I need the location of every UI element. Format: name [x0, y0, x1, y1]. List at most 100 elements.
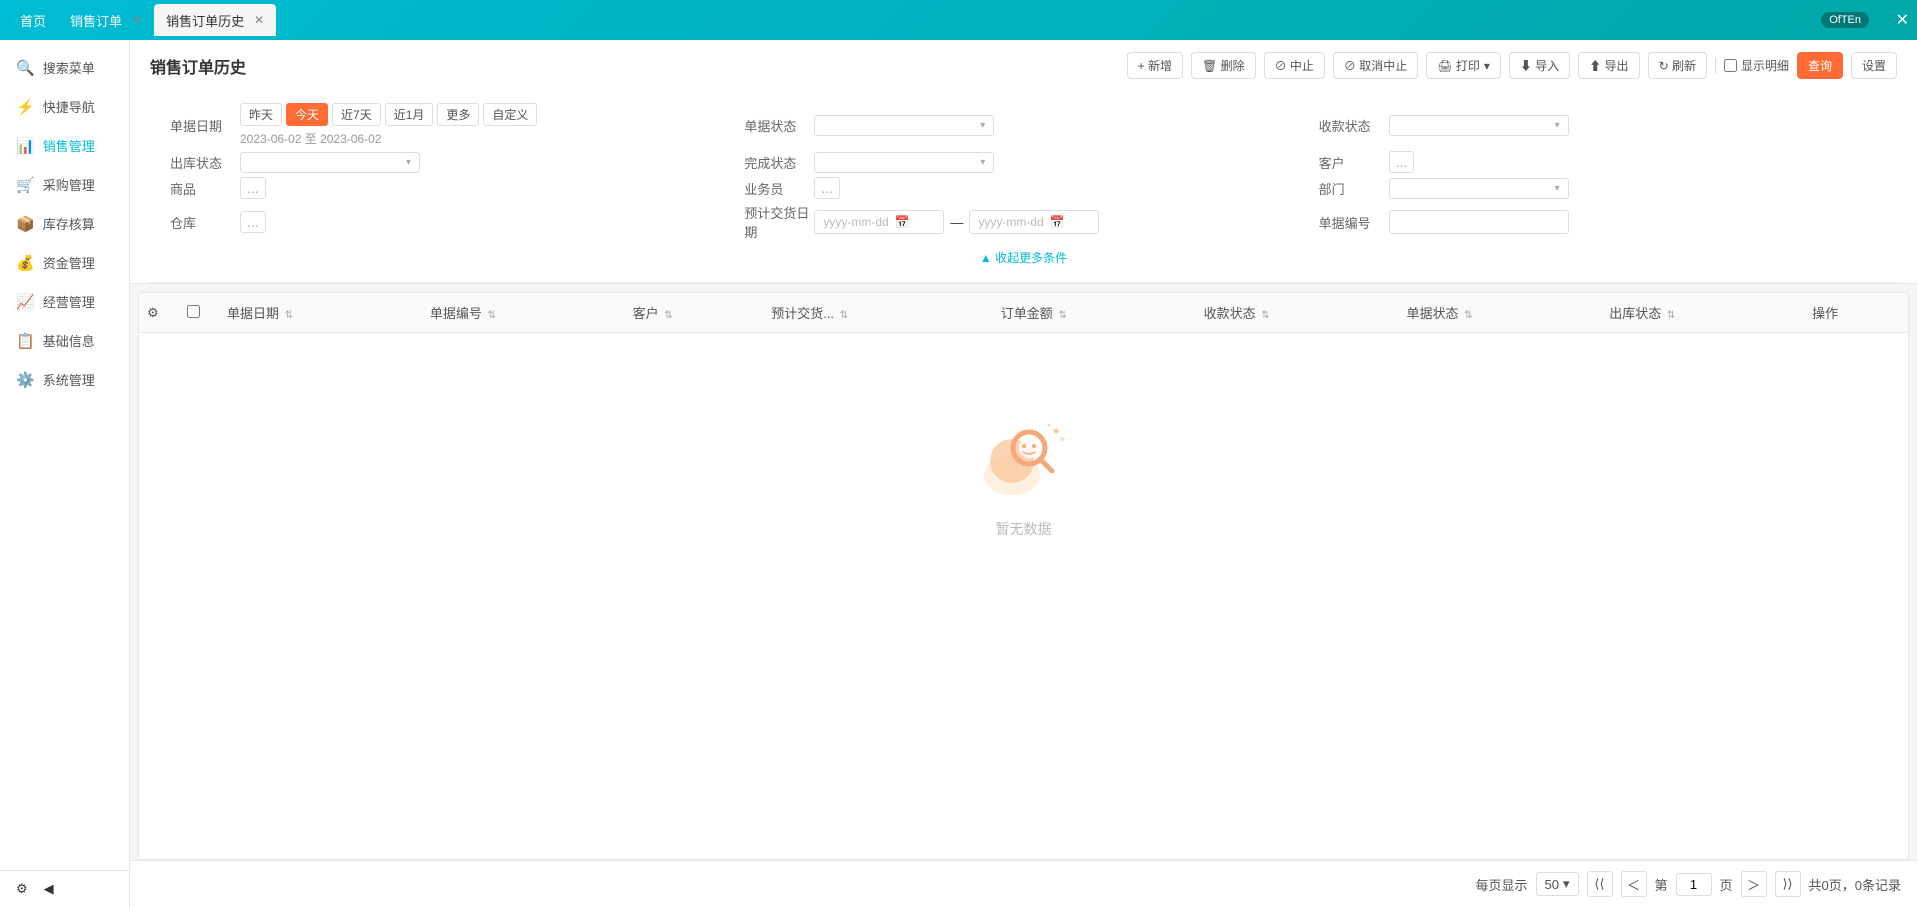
- th-delivery-status[interactable]: 出库状态 ⇅: [1601, 293, 1804, 333]
- sidebar-item-sys-mgmt[interactable]: ⚙️ 系统管理: [0, 360, 129, 399]
- warehouse-label: 仓库: [170, 213, 240, 232]
- date-btn-1month[interactable]: 近1月: [385, 103, 434, 126]
- import-button-label: ⬇ 导入: [1520, 57, 1559, 74]
- sidebar-item-inventory-label: 库存核算: [43, 214, 95, 233]
- order-number-input[interactable]: [1389, 210, 1569, 234]
- settings-button-label: 设置: [1862, 57, 1886, 74]
- date-btn-today[interactable]: 今天: [286, 103, 328, 126]
- page-size-select[interactable]: 50 ▾: [1536, 872, 1579, 896]
- sidebar-item-basic-info[interactable]: 📋 基础信息: [0, 321, 129, 360]
- department-label: 部门: [1319, 179, 1389, 198]
- empty-state-cell: 暂无数据: [139, 333, 1908, 620]
- filter-row-3: 商品 ... 业务员 ... 部门 ▾: [170, 177, 1877, 199]
- page-title: 销售订单历史: [150, 54, 246, 78]
- sidebar-item-purchase-mgmt[interactable]: 🛒 采购管理: [0, 165, 129, 204]
- print-button[interactable]: 🖨 打印 ▾: [1426, 52, 1501, 79]
- sort-order-amount-icon: ⇅: [1058, 310, 1066, 321]
- top-bar-right: ✕: [1896, 10, 1909, 30]
- department-select[interactable]: ▾: [1389, 178, 1569, 199]
- display-detail-input[interactable]: [1724, 59, 1737, 72]
- expected-delivery-to[interactable]: yyyy-mm-dd 📅: [969, 210, 1099, 234]
- next-page-button[interactable]: ＞: [1741, 871, 1767, 897]
- sidebar-collapse-icon[interactable]: ◀: [44, 881, 54, 897]
- th-number[interactable]: 单据编号 ⇅: [422, 293, 625, 333]
- empty-state-icon: [974, 413, 1074, 503]
- tab-sales-order-history[interactable]: 销售订单历史 ✕: [154, 4, 276, 36]
- delivery-status-label: 出库状态: [170, 153, 240, 172]
- th-payment-status-label: 收款状态: [1204, 306, 1256, 321]
- goods-picker[interactable]: ...: [240, 177, 266, 199]
- th-order-status[interactable]: 单据状态 ⇅: [1398, 293, 1601, 333]
- sort-date-icon: ⇅: [285, 310, 293, 321]
- delete-button[interactable]: 🗑 删除: [1191, 52, 1256, 79]
- sort-customer-icon: ⇅: [664, 310, 672, 321]
- export-button[interactable]: ⬆ 导出: [1578, 52, 1639, 79]
- expected-delivery-from[interactable]: yyyy-mm-dd 📅: [814, 210, 944, 234]
- th-order-status-label: 单据状态: [1406, 306, 1458, 321]
- th-delivery-status-label: 出库状态: [1609, 306, 1661, 321]
- prev-page-button[interactable]: ＜: [1621, 871, 1647, 897]
- tab-home[interactable]: 首页: [8, 4, 58, 36]
- date-btn-more[interactable]: 更多: [437, 103, 479, 126]
- sidebar-item-operations-label: 经营管理: [43, 292, 95, 311]
- toolbar-divider: [1715, 58, 1716, 74]
- th-customer[interactable]: 客户 ⇅: [625, 293, 764, 333]
- tab-sales-order-history-close[interactable]: ✕: [254, 13, 264, 27]
- customer-picker[interactable]: ...: [1389, 151, 1415, 173]
- display-detail-label: 显示明细: [1741, 57, 1789, 74]
- th-expected-delivery[interactable]: 预计交货... ⇅: [763, 293, 993, 333]
- page-input[interactable]: 1: [1676, 873, 1712, 896]
- th-date[interactable]: 单据日期 ⇅: [219, 293, 422, 333]
- query-button[interactable]: 查询: [1797, 52, 1843, 79]
- cancel-stop-button[interactable]: ⊘ 取消中止: [1333, 52, 1418, 79]
- page-size-label: 每页显示: [1475, 875, 1527, 894]
- filter-expected-delivery: 预计交货日期 yyyy-mm-dd 📅 — yyyy-mm-dd 📅: [744, 203, 1302, 241]
- content-area: 销售订单历史 + 新增 🗑 删除 ⊘ 中止 ⊘ 取消中止 🖨: [130, 40, 1917, 907]
- display-detail-checkbox[interactable]: 显示明细: [1724, 57, 1789, 74]
- tab-sales-order-history-label: 销售订单历史: [166, 11, 244, 30]
- sidebar-item-quick-nav[interactable]: ⚡ 快捷导航: [0, 87, 129, 126]
- delivery-status-select[interactable]: ▾: [240, 152, 420, 173]
- th-payment-status[interactable]: 收款状态 ⇅: [1196, 293, 1399, 333]
- import-button[interactable]: ⬇ 导入: [1509, 52, 1570, 79]
- date-btn-custom[interactable]: 自定义: [483, 103, 537, 126]
- th-order-amount[interactable]: 订单金额 ⇅: [993, 293, 1196, 333]
- often-badge: OfTEn: [1821, 12, 1869, 28]
- data-table: ⚙ 单据日期 ⇅ 单据编号 ⇅: [139, 293, 1908, 619]
- sort-payment-status-icon: ⇅: [1261, 310, 1269, 321]
- stop-button[interactable]: ⊘ 中止: [1264, 52, 1325, 79]
- collapse-button[interactable]: ▲ 收起更多条件: [170, 245, 1877, 270]
- new-button[interactable]: + 新增: [1127, 52, 1183, 79]
- order-status-select[interactable]: ▾: [814, 115, 994, 136]
- first-page-button[interactable]: ⟨⟨: [1587, 871, 1613, 897]
- filter-completion-status: 完成状态 ▾: [744, 151, 1302, 173]
- sidebar-item-finance[interactable]: 💰 资金管理: [0, 243, 129, 282]
- completion-status-chevron: ▾: [980, 157, 985, 168]
- date-btn-yesterday[interactable]: 昨天: [240, 103, 282, 126]
- warehouse-picker[interactable]: ...: [240, 211, 266, 233]
- sidebar-settings-icon[interactable]: ⚙: [16, 881, 28, 897]
- new-button-label: + 新增: [1138, 57, 1172, 74]
- select-all-checkbox[interactable]: [187, 305, 200, 318]
- refresh-button[interactable]: ↻ 刷新: [1648, 52, 1707, 79]
- table-container: ⚙ 单据日期 ⇅ 单据编号 ⇅: [138, 292, 1909, 860]
- tab-sales-order[interactable]: 销售订单 ✕: [58, 4, 154, 36]
- payment-status-select[interactable]: ▾: [1389, 115, 1569, 136]
- completion-status-select[interactable]: ▾: [814, 152, 994, 173]
- filter-row-2: 出库状态 ▾ 完成状态 ▾ 客户: [170, 151, 1877, 173]
- expected-delivery-to-placeholder: yyyy-mm-dd: [978, 215, 1043, 229]
- tab-sales-order-close[interactable]: ✕: [132, 13, 142, 27]
- top-bar-close-icon[interactable]: ✕: [1896, 10, 1909, 30]
- sidebar-item-purchase-mgmt-label: 采购管理: [43, 175, 95, 194]
- sidebar-item-operations[interactable]: 📈 经营管理: [0, 282, 129, 321]
- sidebar-item-search-menu[interactable]: 🔍 搜索菜单: [0, 48, 129, 87]
- salesperson-picker[interactable]: ...: [814, 177, 840, 199]
- date-btn-7days[interactable]: 近7天: [332, 103, 381, 126]
- sidebar-item-inventory[interactable]: 📦 库存核算: [0, 204, 129, 243]
- gear-icon[interactable]: ⚙: [147, 305, 159, 320]
- sidebar-item-sales-mgmt[interactable]: 📊 销售管理: [0, 126, 129, 165]
- query-button-label: 查询: [1808, 57, 1832, 74]
- settings-button[interactable]: 设置: [1851, 52, 1897, 79]
- last-page-button[interactable]: ⟩⟩: [1775, 871, 1801, 897]
- sidebar-bottom: ⚙ ◀: [0, 870, 129, 907]
